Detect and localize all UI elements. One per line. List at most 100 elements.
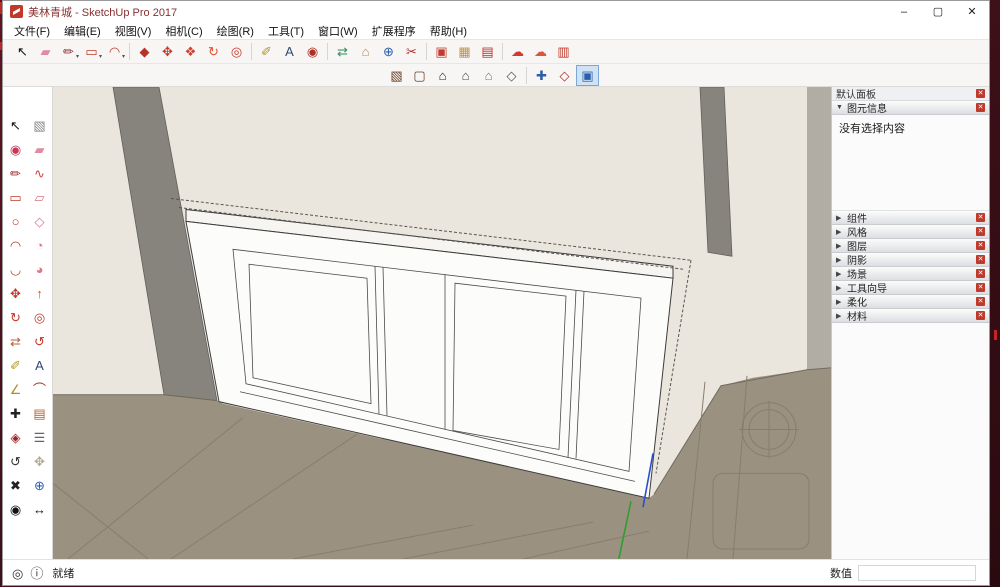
move-tool[interactable]: ✥ [156,41,179,62]
arc2-tool[interactable]: ◡ [4,257,28,281]
house-view-shaded[interactable]: ⌂ [454,65,477,86]
zoom-tool[interactable]: ⊕ [28,473,52,497]
section-plane-tool[interactable]: ✂ [400,41,423,62]
line-tool[interactable]: ✏ [4,161,28,185]
dimension-tool[interactable]: ⌒ [28,377,52,401]
close-icon[interactable]: ✕ [976,269,985,278]
door-view[interactable]: ◇ [500,65,523,86]
pan-tool[interactable]: ✥ [28,449,52,473]
iso-box-view[interactable]: ▧ [385,65,408,86]
follow-me-tool[interactable]: ↺ [28,329,52,353]
zoom-window-tool[interactable]: ⊕ [377,41,400,62]
orbit-tool[interactable]: ↺ [4,449,28,473]
close-icon[interactable]: ✕ [976,283,985,292]
panel-section-scenes[interactable]: ▶场景✕ [832,267,989,281]
text-tool[interactable]: A [278,41,301,62]
entity-info-close-icon[interactable]: ✕ [976,103,985,112]
section-tool[interactable]: ▤ [28,401,52,425]
tape-measure-tool[interactable]: ✐ [4,353,28,377]
xray-tool[interactable]: ◈ [4,425,28,449]
circle-tool[interactable]: ○ [4,209,28,233]
offset-tool[interactable]: ◎ [28,305,52,329]
box-mode-tool[interactable]: ▣ [576,65,599,86]
menu-draw[interactable]: 绘图(R) [210,21,261,41]
status-geolocation-icon[interactable]: ◎ [12,566,23,581]
wire-box-view[interactable]: ▢ [408,65,431,86]
make-component-tool[interactable]: ▧ [28,113,52,137]
freehand-tool[interactable]: ∿ [28,161,52,185]
report-tool[interactable]: ▥ [552,41,575,62]
house-view-outline[interactable]: ⌂ [477,65,500,86]
move-tool[interactable]: ✥ [4,281,28,305]
rotate-tool[interactable]: ❖ [179,41,202,62]
axes-tool[interactable]: ✚ [4,401,28,425]
arc-tool[interactable]: ◠ [4,233,28,257]
menu-tools[interactable]: 工具(T) [261,21,311,41]
menu-window[interactable]: 窗口(W) [311,21,365,41]
plugin-panel-tool[interactable]: ▣ [430,41,453,62]
3d-text-tool[interactable]: A [28,353,52,377]
eraser-tool[interactable]: ▰ [34,41,57,62]
menu-camera[interactable]: 相机(C) [158,21,209,41]
line-tool[interactable]: ✏▾ [57,41,80,62]
close-icon[interactable]: ✕ [976,227,985,236]
close-icon[interactable]: ✕ [976,213,985,222]
select-tool[interactable]: ↖ [4,113,28,137]
arcs-tool[interactable]: ◠▾ [103,41,126,62]
rotated-rectangle-tool[interactable]: ▱ [28,185,52,209]
eraser-tool[interactable]: ▰ [28,137,52,161]
panel-section-soften-edges[interactable]: ▶柔化✕ [832,295,989,309]
cloud-share-tool[interactable]: ☁ [529,41,552,62]
paint-bucket-tool[interactable]: ◉ [301,41,324,62]
tray-title-bar[interactable]: 默认面板 ✕ [832,87,989,101]
panel-section-styles[interactable]: ▶风格✕ [832,225,989,239]
sandbox-tool[interactable]: ◆ [133,41,156,62]
look-around-tool[interactable]: ◉ [4,497,28,521]
plugin-grid-tool[interactable]: ▤ [476,41,499,62]
polygon-tool[interactable]: ◇ [28,209,52,233]
follow-me-tool[interactable]: ↻ [202,41,225,62]
walk-tool[interactable]: ↔ [28,497,52,521]
rectangle-tool[interactable]: ▭ [4,185,28,209]
panel-section-shadows[interactable]: ▶阴影✕ [832,253,989,267]
cut-tool[interactable]: ✖ [4,473,28,497]
menu-file[interactable]: 文件(F) [7,21,57,41]
maximize-button[interactable]: ▢ [921,1,955,22]
menu-help[interactable]: 帮助(H) [423,21,474,41]
menu-extensions[interactable]: 扩展程序 [365,21,423,41]
close-icon[interactable]: ✕ [976,255,985,264]
layers-tool[interactable]: ☰ [28,425,52,449]
tape-measure-tool[interactable]: ✐ [255,41,278,62]
close-icon[interactable]: ✕ [976,311,985,320]
component-tool[interactable]: ⌂ [354,41,377,62]
panel-section-instructor[interactable]: ▶工具向导✕ [832,281,989,295]
entity-info-header[interactable]: ▼ 图元信息 ✕ [832,101,989,115]
minimize-button[interactable]: – [887,1,921,22]
menu-view[interactable]: 视图(V) [108,21,159,41]
plane-tool[interactable]: ◇ [553,65,576,86]
close-icon[interactable]: ✕ [976,241,985,250]
status-info-icon[interactable]: ⓘ [30,566,43,581]
panel-section-layers[interactable]: ▶图层✕ [832,239,989,253]
plan-axes-tool[interactable]: ✚ [530,65,553,86]
import-export-tool[interactable]: ⇄ [331,41,354,62]
select-tool[interactable]: ↖ [11,41,34,62]
close-button[interactable]: ✕ [955,1,989,22]
scale-tool[interactable]: ⇄ [4,329,28,353]
measurements-input[interactable] [858,565,976,581]
paint-bucket-tool[interactable]: ◉ [4,137,28,161]
close-icon[interactable]: ✕ [976,297,985,306]
panel-section-components[interactable]: ▶组件✕ [832,211,989,225]
panel-section-materials[interactable]: ▶材料✕ [832,309,989,323]
plugin-layer-tool[interactable]: ▦ [453,41,476,62]
push-pull-tool[interactable]: ↑ [28,281,52,305]
offset-tool[interactable]: ◎ [225,41,248,62]
pie-tool[interactable]: ◔ [28,233,52,257]
protractor-tool[interactable]: ∠ [4,377,28,401]
house-view-front[interactable]: ⌂ [431,65,454,86]
cloud-upload-tool[interactable]: ☁ [506,41,529,62]
rotate-tool[interactable]: ↻ [4,305,28,329]
tray-close-icon[interactable]: ✕ [976,89,985,98]
arc3-tool[interactable]: ◕ [28,257,52,281]
menu-edit[interactable]: 编辑(E) [57,21,108,41]
